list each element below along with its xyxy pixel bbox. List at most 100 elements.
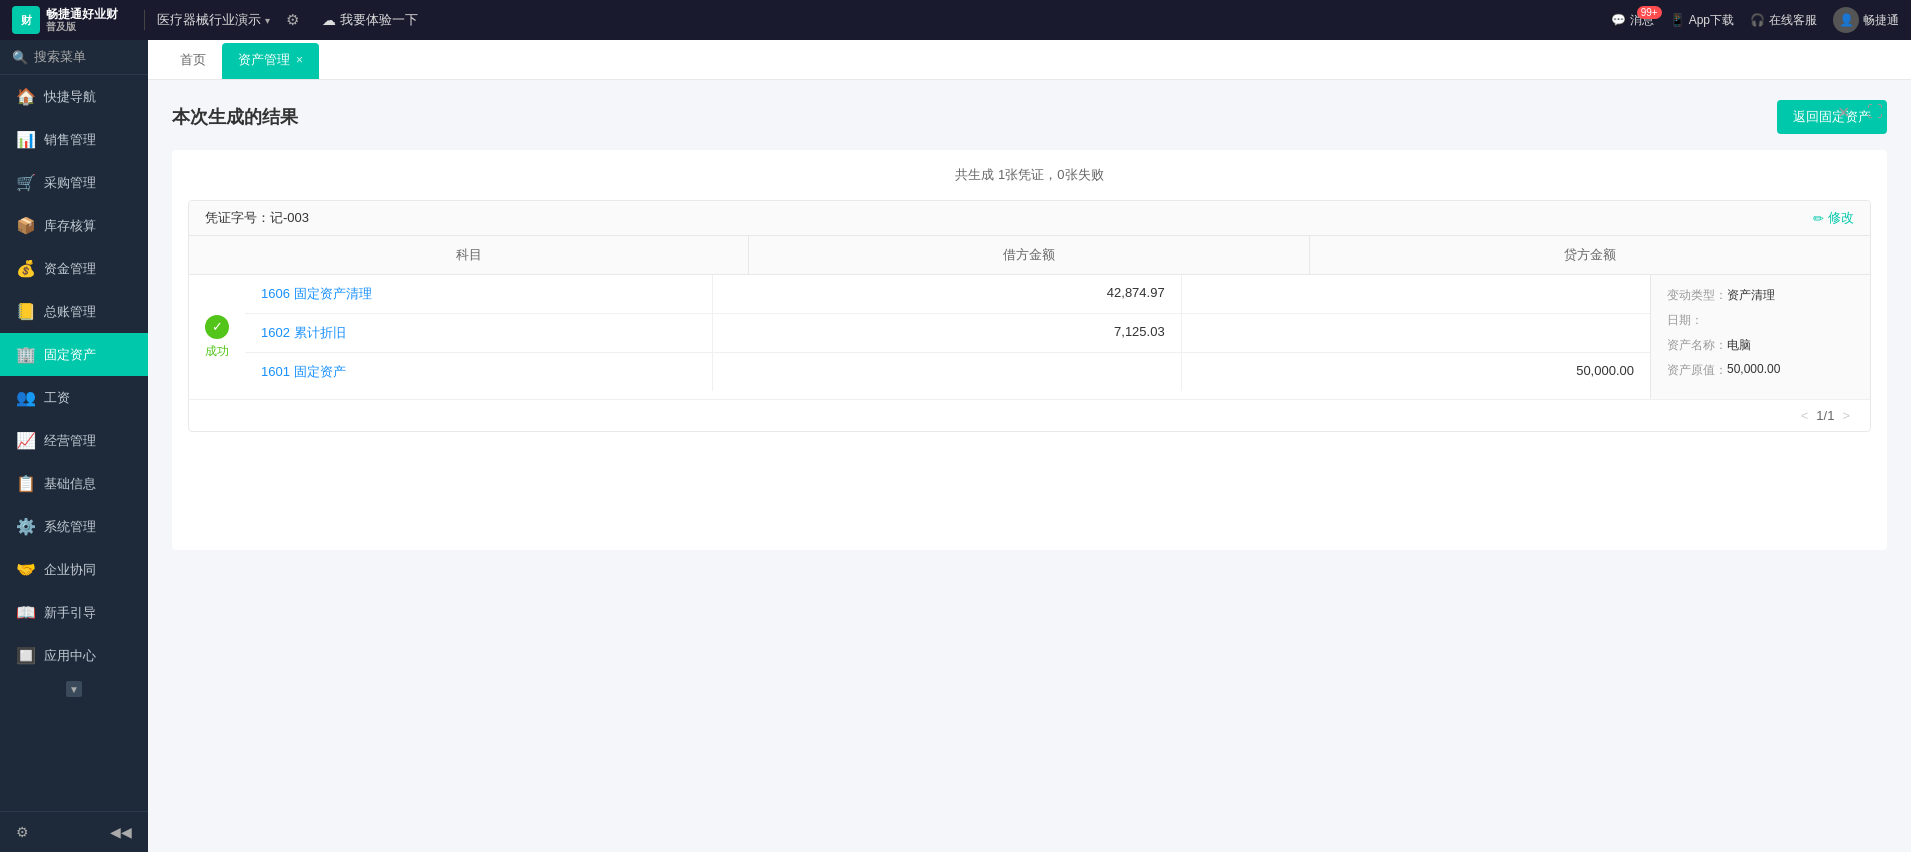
info-asset-name: 资产名称： 电脑 xyxy=(1667,337,1854,354)
sidebar-item-label: 经营管理 xyxy=(44,432,96,450)
result-panel: 共生成 1张凭证，0张失败 凭证字号：记-003 ✏ 修改 科目 借方金额 xyxy=(172,150,1887,550)
sidebar-item-system[interactable]: ⚙️ 系统管理 xyxy=(0,505,148,548)
info-original-value: 资产原值： 50,000.00 xyxy=(1667,362,1854,379)
success-indicator: ✓ 成功 xyxy=(189,275,245,399)
enterprise-icon: 🤝 xyxy=(16,560,36,579)
sidebar-item-label: 应用中心 xyxy=(44,647,96,665)
th-credit: 贷方金额 xyxy=(1310,236,1870,274)
scroll-down-button[interactable]: ▼ xyxy=(66,681,82,697)
footer-settings-icon: ⚙ xyxy=(16,824,29,840)
asset-name-value: 电脑 xyxy=(1727,337,1751,354)
logo-main: 畅捷通好业财 xyxy=(46,7,118,21)
messages-button[interactable]: 💬 消息 99+ xyxy=(1611,12,1654,29)
sales-icon: 📊 xyxy=(16,130,36,149)
sidebar-search[interactable]: 🔍 搜索菜单 xyxy=(0,40,148,75)
sidebar-collapse-button[interactable]: ◀◀ xyxy=(106,820,136,844)
search-icon: 🔍 xyxy=(12,50,28,65)
experience-button[interactable]: ☁ 我要体验一下 xyxy=(314,11,426,29)
row-1-credit xyxy=(1182,275,1650,313)
app-download-button[interactable]: 📱 App下载 xyxy=(1670,12,1734,29)
company-selector[interactable]: 医疗器械行业演示 ▾ xyxy=(157,11,270,29)
row-2-debit: 7,125.03 xyxy=(713,314,1181,352)
prev-page-button[interactable]: < xyxy=(1797,408,1813,423)
sidebar-item-app-center[interactable]: 🔲 应用中心 xyxy=(0,634,148,677)
sidebar-item-basic-info[interactable]: 📋 基础信息 xyxy=(0,462,148,505)
row-1-subject[interactable]: 1606 固定资产清理 xyxy=(245,275,713,313)
table-header: 科目 借方金额 贷方金额 xyxy=(189,236,1870,275)
page-info: 1/1 xyxy=(1816,408,1834,423)
result-summary: 共生成 1张凭证，0张失败 xyxy=(188,166,1871,184)
sidebar-item-inventory[interactable]: 📦 库存核算 xyxy=(0,204,148,247)
tab-asset-management[interactable]: 资产管理 × xyxy=(222,43,319,79)
sidebar-item-capital[interactable]: 💰 资金管理 xyxy=(0,247,148,290)
row-2-subject[interactable]: 1602 累计折旧 xyxy=(245,314,713,352)
tab-bar: 首页 资产管理 × xyxy=(148,40,1911,80)
sidebar-item-ledger[interactable]: 📒 总账管理 xyxy=(0,290,148,333)
sidebar-item-purchase[interactable]: 🛒 采购管理 xyxy=(0,161,148,204)
settings-icon[interactable]: ⚙ xyxy=(278,6,306,34)
cloud-icon: ☁ xyxy=(322,12,336,28)
online-service-label: 在线客服 xyxy=(1769,12,1817,29)
original-value-label: 资产原值： xyxy=(1667,362,1727,379)
fixed-assets-icon: 🏢 xyxy=(16,345,36,364)
tab-label: 资产管理 xyxy=(238,51,290,69)
table-row: 1606 固定资产清理 42,874.97 xyxy=(245,275,1650,314)
sidebar-item-label: 工资 xyxy=(44,389,70,407)
chevron-down-icon: ▾ xyxy=(265,15,270,26)
page-header: 本次生成的结果 返回固定资产 xyxy=(172,100,1887,134)
sidebar-item-label: 快捷导航 xyxy=(44,88,96,106)
pagination: < 1/1 > xyxy=(189,399,1870,431)
salary-icon: 👥 xyxy=(16,388,36,407)
sidebar-item-operations[interactable]: 📈 经营管理 xyxy=(0,419,148,462)
page-content: 本次生成的结果 返回固定资产 ✕ ⛶ 共生成 1张凭证，0张失败 凭证字号：记-… xyxy=(148,80,1911,852)
sidebar-item-label: 销售管理 xyxy=(44,131,96,149)
maximize-panel-button[interactable]: ⛶ xyxy=(1863,100,1887,124)
sidebar-item-label: 基础信息 xyxy=(44,475,96,493)
success-circle: ✓ xyxy=(205,315,229,339)
sidebar-item-label: 固定资产 xyxy=(44,346,96,364)
messages-badge: 99+ xyxy=(1637,6,1662,19)
info-date: 日期： xyxy=(1667,312,1854,329)
edit-button[interactable]: ✏ 修改 xyxy=(1813,209,1854,227)
sidebar-item-quick-nav[interactable]: 🏠 快捷导航 xyxy=(0,75,148,118)
next-page-button[interactable]: > xyxy=(1838,408,1854,423)
change-type-label: 变动类型： xyxy=(1667,287,1727,304)
edit-label: 修改 xyxy=(1828,209,1854,227)
sidebar-item-enterprise[interactable]: 🤝 企业协同 xyxy=(0,548,148,591)
guide-icon: 📖 xyxy=(16,603,36,622)
basic-info-icon: 📋 xyxy=(16,474,36,493)
message-icon: 💬 xyxy=(1611,13,1626,27)
tab-home[interactable]: 首页 xyxy=(164,43,222,79)
row-3-subject[interactable]: 1601 固定资产 xyxy=(245,353,713,391)
user-profile[interactable]: 👤 畅捷通 xyxy=(1833,7,1899,33)
online-service-button[interactable]: 🎧 在线客服 xyxy=(1750,12,1817,29)
inventory-icon: 📦 xyxy=(16,216,36,235)
experience-label: 我要体验一下 xyxy=(340,11,418,29)
user-name: 畅捷通 xyxy=(1863,12,1899,29)
row-3-credit: 50,000.00 xyxy=(1182,353,1650,391)
app-logo: 财 畅捷通好业财 普及版 xyxy=(12,6,132,34)
date-label: 日期： xyxy=(1667,312,1727,329)
sidebar-item-guide[interactable]: 📖 新手引导 xyxy=(0,591,148,634)
sidebar: 🔍 搜索菜单 🏠 快捷导航 📊 销售管理 🛒 采购管理 📦 库存核算 💰 资金管… xyxy=(0,40,148,852)
th-debit: 借方金额 xyxy=(749,236,1309,274)
logo-sub: 普及版 xyxy=(46,21,118,33)
sidebar-item-fixed-assets[interactable]: 🏢 固定资产 xyxy=(0,333,148,376)
sidebar-item-label: 新手引导 xyxy=(44,604,96,622)
asset-name-label: 资产名称： xyxy=(1667,337,1727,354)
sidebar-item-label: 企业协同 xyxy=(44,561,96,579)
topbar: 财 畅捷通好业财 普及版 医疗器械行业演示 ▾ ⚙ ☁ 我要体验一下 💬 消息 … xyxy=(0,0,1911,40)
edit-icon: ✏ xyxy=(1813,211,1824,226)
voucher-section: 凭证字号：记-003 ✏ 修改 科目 借方金额 贷方金额 xyxy=(188,200,1871,432)
capital-icon: 💰 xyxy=(16,259,36,278)
footer-settings-button[interactable]: ⚙ xyxy=(12,820,33,844)
original-value-value: 50,000.00 xyxy=(1727,362,1780,379)
voucher-number: 凭证字号：记-003 xyxy=(205,209,309,227)
operations-icon: 📈 xyxy=(16,431,36,450)
tab-close-icon[interactable]: × xyxy=(296,53,303,67)
close-panel-button[interactable]: ✕ xyxy=(1831,100,1855,124)
sidebar-item-salary[interactable]: 👥 工资 xyxy=(0,376,148,419)
row-2-credit xyxy=(1182,314,1650,352)
sidebar-item-label: 采购管理 xyxy=(44,174,96,192)
sidebar-item-sales[interactable]: 📊 销售管理 xyxy=(0,118,148,161)
